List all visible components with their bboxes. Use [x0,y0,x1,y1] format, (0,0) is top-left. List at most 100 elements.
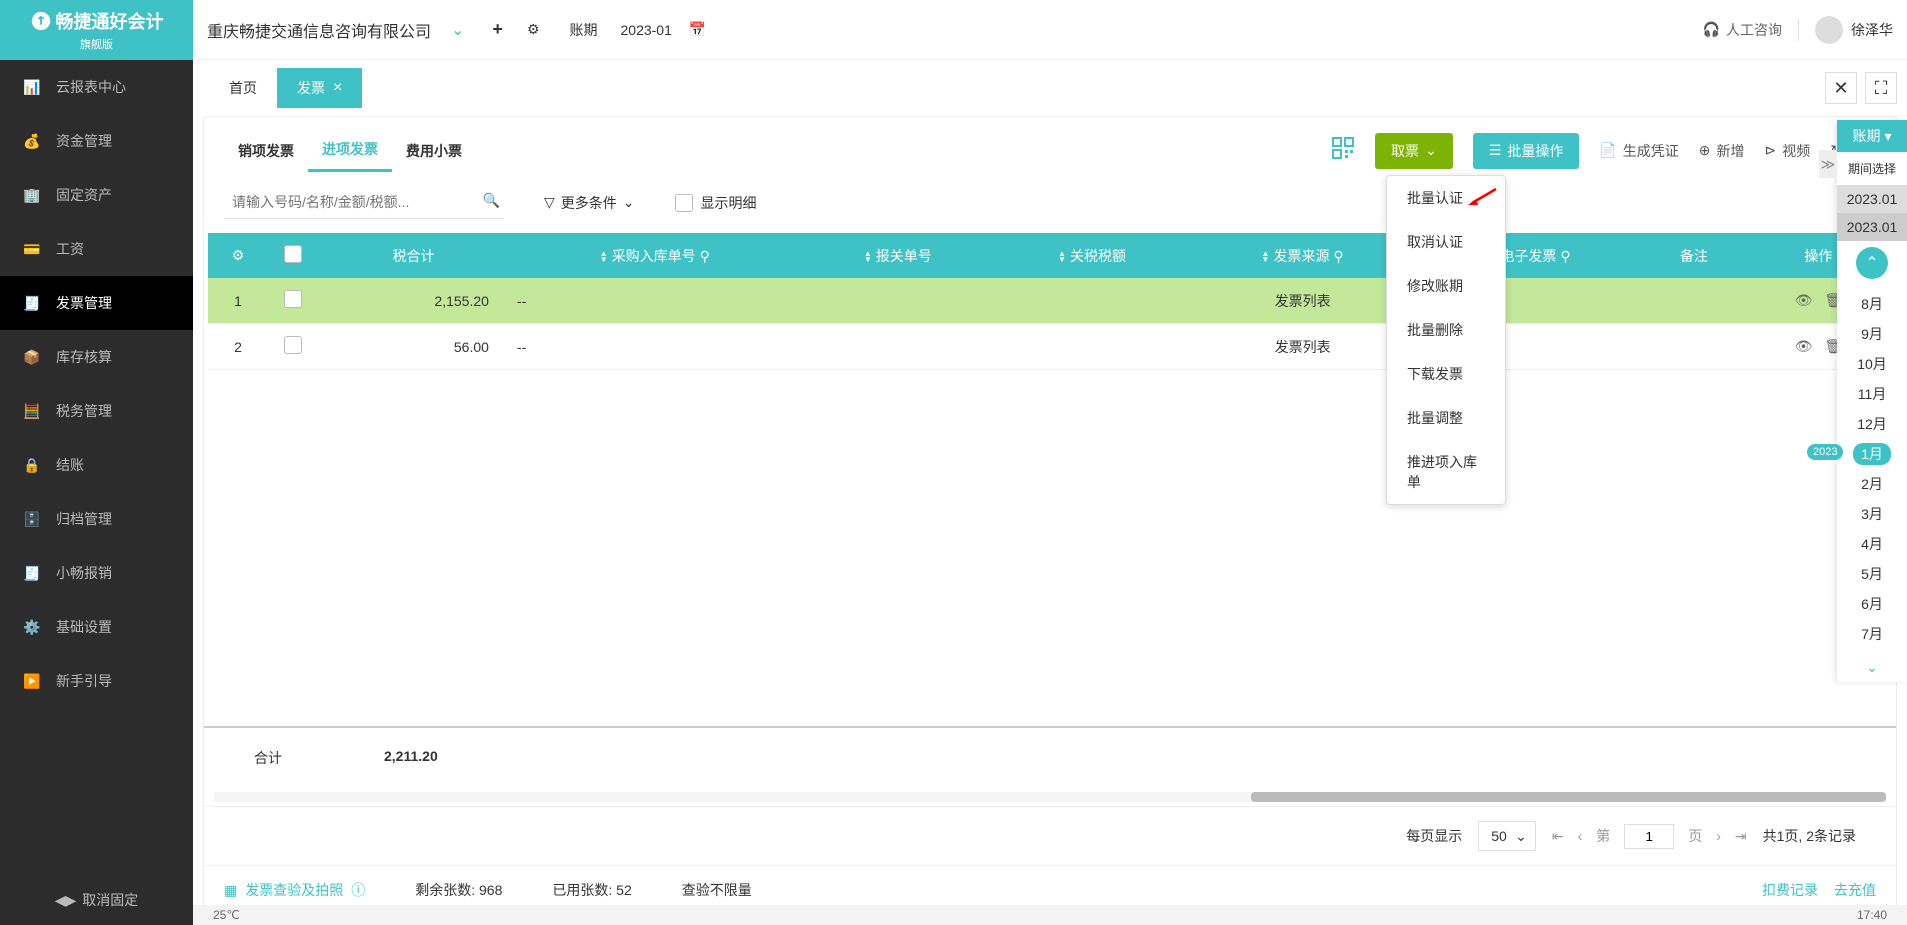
settings-icon[interactable]: ⚙ [527,21,540,38]
page-input[interactable] [1624,824,1674,849]
nav-guide[interactable]: ▶️新手引导 [0,654,193,708]
video-button[interactable]: ⊳视频 [1765,141,1811,161]
search-input[interactable] [224,186,504,219]
scroll-up-icon[interactable]: ⌃ [1856,247,1888,279]
th-settings[interactable]: ⚙ [208,233,268,278]
month-2[interactable]: 2月 [1837,469,1907,499]
filter-icon[interactable]: ⚲ [1333,248,1343,264]
next-page-icon[interactable]: › [1716,828,1721,844]
chevron-down-icon: ⌄ [451,20,464,40]
horizontal-scrollbar[interactable] [214,792,1886,802]
nav-reimburse[interactable]: 🧾小畅报销 [0,546,193,600]
dropdown-change-period[interactable]: 修改账期 [1387,264,1505,308]
panel-collapse-handle[interactable]: ≫ [1819,150,1837,178]
first-page-icon[interactable]: ⇤ [1552,828,1564,845]
sort-icon: ▲▼ [1058,251,1066,263]
batch-button[interactable]: ☰批量操作 [1473,133,1580,169]
table-row[interactable]: 2 56.00 -- 发票列表 是 👁🗑 [208,324,1892,370]
table-row[interactable]: 1 2,155.20 -- 发票列表 是 👁🗑 [208,278,1892,324]
view-icon[interactable]: 👁 [1795,338,1813,355]
nav-tax[interactable]: 🧮税务管理 [0,384,193,438]
th-checkbox[interactable] [268,233,318,278]
add-icon[interactable]: + [492,19,503,40]
th-customs-tax[interactable]: ▲▼关税税额 [995,233,1189,278]
tab-home[interactable]: 首页 [209,68,277,108]
search-icon[interactable]: 🔍 [483,192,500,209]
period-year-1[interactable]: 2023.01 [1837,185,1907,213]
recharge-link[interactable]: 去充值 [1834,880,1876,900]
more-conditions[interactable]: ▽ 更多条件 ⌄ [544,193,635,213]
fetch-button[interactable]: 取票⌄ [1375,133,1453,169]
os-taskbar: 25℃ 17:40 [193,905,1907,925]
subtabs: 销项发票 进项发票 费用小票 取票⌄ ☰批量操作 📄生成凭证 ⊕新增 ⊳视频 ↻… [204,117,1896,172]
period-value[interactable]: 2023-01 [612,17,681,43]
nav-salary[interactable]: 💳工资 [0,222,193,276]
subtab-expense[interactable]: 费用小票 [392,131,476,171]
scroll-down-icon[interactable]: ⌄ [1837,653,1907,682]
filter-icon[interactable]: ⚲ [700,248,710,264]
last-page-icon[interactable]: ⇥ [1735,828,1747,845]
lock-icon: 🔒 [22,455,42,475]
period-panel: 账期▾ ≫ 期间选择 2023.01 2023.01 ⌃ 8月 9月 10月 1… [1837,120,1907,682]
nav-archive[interactable]: 🗄️归档管理 [0,492,193,546]
th-purchase-no[interactable]: ▲▼采购入库单号 ⚲ [509,233,801,278]
view-icon[interactable]: 👁 [1795,292,1813,309]
nav-inventory[interactable]: 📦库存核算 [0,330,193,384]
calendar-icon[interactable]: 📅 [689,21,706,38]
nav-settings[interactable]: ⚙️基础设置 [0,600,193,654]
th-customs-no[interactable]: ▲▼报关单号 [801,233,995,278]
dropdown-batch-auth[interactable]: 批量认证 [1387,176,1505,220]
nav-invoice[interactable]: 🧾发票管理 [0,276,193,330]
subtab-purchase[interactable]: 进项发票 [308,129,392,172]
close-all-button[interactable]: ✕ [1825,72,1857,104]
consult-button[interactable]: 🎧 人工咨询 [1703,20,1782,40]
month-12[interactable]: 12月 [1837,409,1907,439]
dropdown-cancel-auth[interactable]: 取消认证 [1387,220,1505,264]
qr-icon[interactable] [1331,136,1355,166]
sidebar: 畅捷通好会计 旗舰版 📊云报表中心 💰资金管理 🏢固定资产 💳工资 🧾发票管理 … [0,0,193,925]
period-year-2[interactable]: 2023.01 [1837,213,1907,241]
nav-close[interactable]: 🔒结账 [0,438,193,492]
dropdown-batch-adjust[interactable]: 批量调整 [1387,396,1505,440]
close-icon[interactable]: × [333,79,342,97]
month-4[interactable]: 4月 [1837,529,1907,559]
month-7[interactable]: 7月 [1837,619,1907,649]
dropdown-batch-delete[interactable]: 批量删除 [1387,308,1505,352]
invoice-check-link[interactable]: ▦ 发票查验及拍照 ⓘ [224,880,365,900]
show-detail-checkbox[interactable]: 显示明细 [675,193,757,213]
filter-icon[interactable]: ⚲ [1560,248,1570,264]
subtab-sales[interactable]: 销项发票 [224,131,308,171]
month-9[interactable]: 9月 [1837,319,1907,349]
add-button[interactable]: ⊕新增 [1699,141,1745,161]
month-8[interactable]: 8月 [1837,289,1907,319]
gen-voucher-button[interactable]: 📄生成凭证 [1599,141,1678,161]
month-1[interactable]: 20231月 [1837,439,1907,469]
fullscreen-button[interactable]: ⛶ [1865,72,1897,104]
row-checkbox[interactable] [284,290,302,308]
nav-fund[interactable]: 💰资金管理 [0,114,193,168]
month-10[interactable]: 10月 [1837,349,1907,379]
per-page-select[interactable]: 50⌄ [1478,821,1536,851]
month-6[interactable]: 6月 [1837,589,1907,619]
gear-icon: ⚙ [232,247,245,263]
invoice-icon: 🧾 [22,293,42,313]
sidebar-unpin[interactable]: ◀▶取消固定 [0,875,193,925]
month-11[interactable]: 11月 [1837,379,1907,409]
tab-invoice[interactable]: 发票 × [277,68,362,108]
th-remark[interactable]: 备注 [1643,233,1745,278]
th-source[interactable]: ▲▼发票来源 ⚲ [1189,233,1416,278]
dropdown-download[interactable]: 下载发票 [1387,352,1505,396]
nav-cloud-report[interactable]: 📊云报表中心 [0,60,193,114]
prev-page-icon[interactable]: ‹ [1578,828,1583,844]
info-icon[interactable]: ⓘ [351,880,365,900]
company-selector[interactable]: 重庆畅捷交通信息咨询有限公司 ⌄ [207,18,464,42]
month-3[interactable]: 3月 [1837,499,1907,529]
user-menu[interactable]: 徐泽华 [1815,16,1893,44]
month-5[interactable]: 5月 [1837,559,1907,589]
fee-log-link[interactable]: 扣费记录 [1762,880,1818,900]
nav-fixed-asset[interactable]: 🏢固定资产 [0,168,193,222]
row-checkbox[interactable] [284,336,302,354]
dropdown-push-stock[interactable]: 推进项入库单 [1387,440,1505,504]
th-tax-total[interactable]: 税合计 [318,233,509,278]
period-toggle-button[interactable]: 账期▾ [1837,120,1907,152]
